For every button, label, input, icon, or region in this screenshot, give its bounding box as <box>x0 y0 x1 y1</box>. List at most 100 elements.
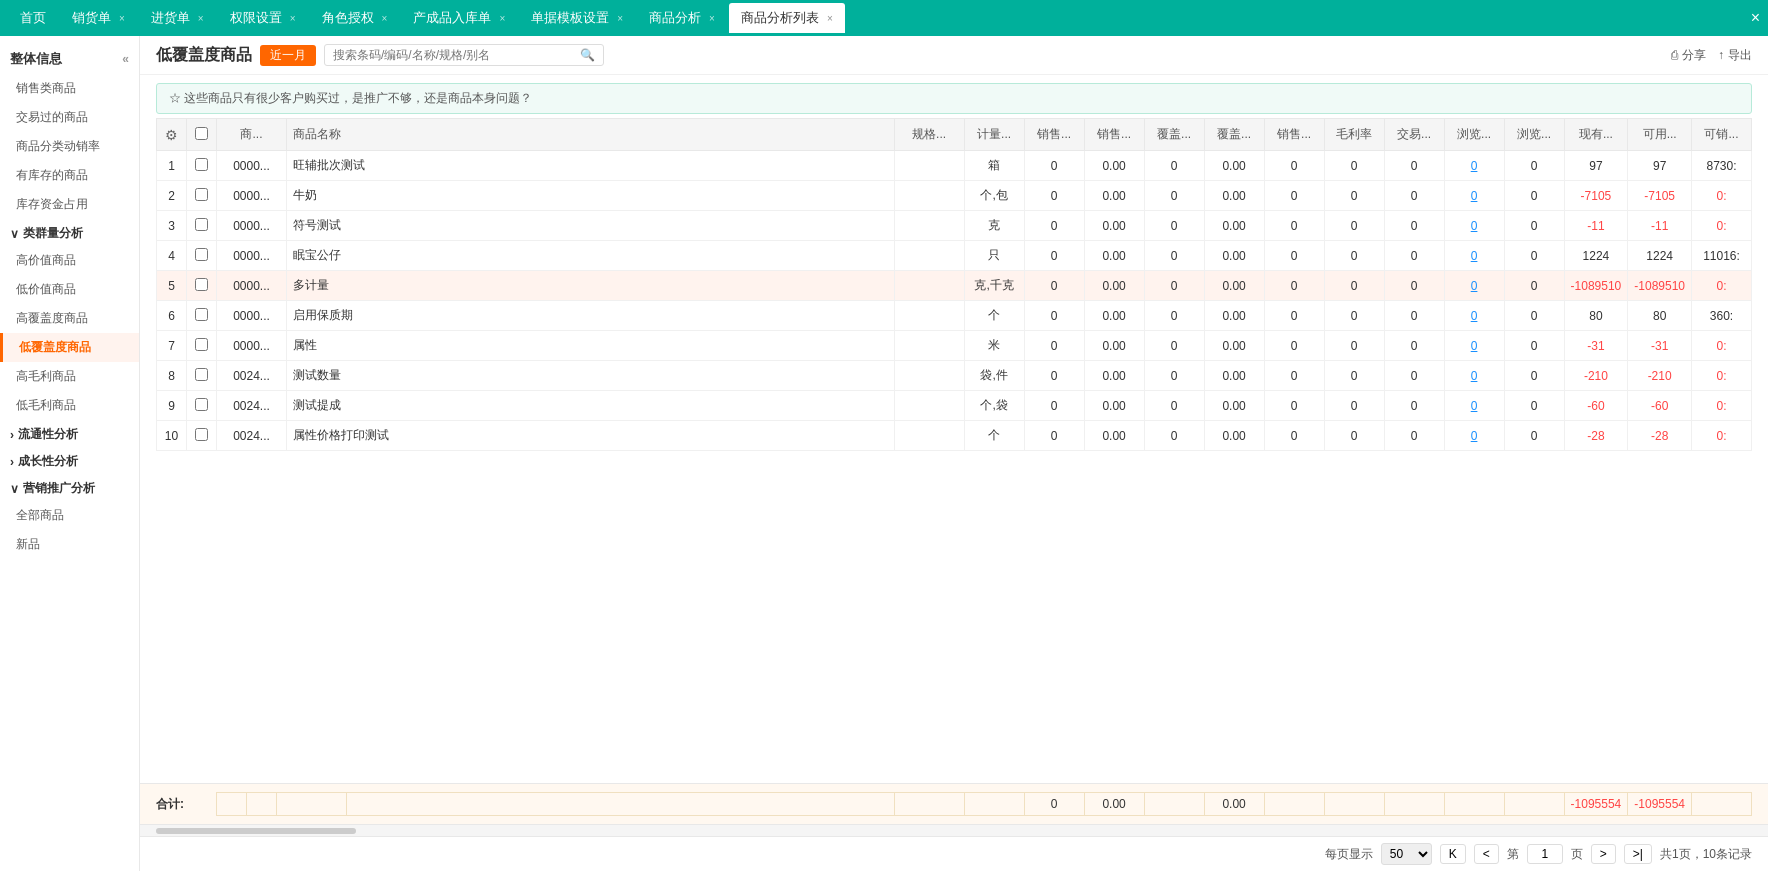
sidebar-item-low-value[interactable]: 低价值商品 <box>0 275 139 304</box>
sidebar-group2-label[interactable]: ∨ 类群量分析 <box>0 219 139 246</box>
sidebar-item-stocked-goods[interactable]: 有库存的商品 <box>0 161 139 190</box>
th-trade[interactable]: 交易... <box>1384 119 1444 151</box>
th-current[interactable]: 现有... <box>1564 119 1628 151</box>
window-close-icon[interactable]: × <box>1751 9 1760 27</box>
browse1-link[interactable]: 0 <box>1471 279 1478 293</box>
row-browse1[interactable]: 0 <box>1444 211 1504 241</box>
row-browse1[interactable]: 0 <box>1444 241 1504 271</box>
next-page-btn[interactable]: > <box>1591 844 1616 864</box>
row-checkbox[interactable] <box>187 421 217 451</box>
sidebar-item-all-goods[interactable]: 全部商品 <box>0 501 139 530</box>
row-checkbox[interactable] <box>187 331 217 361</box>
period-button[interactable]: 近一月 <box>260 45 316 66</box>
nav-tab-analysis[interactable]: 商品分析 × <box>637 3 727 33</box>
sidebar-collapse-btn[interactable]: « <box>122 52 129 66</box>
sidebar-item-low-coverage[interactable]: 低覆盖度商品 <box>0 333 139 362</box>
row-browse1[interactable]: 0 <box>1444 361 1504 391</box>
th-sales1[interactable]: 销售... <box>1024 119 1084 151</box>
nav-tab-purchase-close[interactable]: × <box>198 13 204 24</box>
row-checkbox[interactable] <box>187 211 217 241</box>
browse1-link[interactable]: 0 <box>1471 429 1478 443</box>
row-checkbox[interactable] <box>187 301 217 331</box>
sidebar-item-new-goods[interactable]: 新品 <box>0 530 139 559</box>
nav-tab-analysis-close[interactable]: × <box>709 13 715 24</box>
sidebar-item-high-value[interactable]: 高价值商品 <box>0 246 139 275</box>
nav-tab-template[interactable]: 单据模板设置 × <box>519 3 635 33</box>
row-browse1[interactable]: 0 <box>1444 271 1504 301</box>
page-input[interactable] <box>1527 844 1563 864</box>
nav-tab-sales-close[interactable]: × <box>119 13 125 24</box>
th-spec[interactable]: 规格... <box>894 119 964 151</box>
scrollbar-thumb[interactable] <box>156 828 356 834</box>
sidebar-item-low-margin[interactable]: 低毛利商品 <box>0 391 139 420</box>
settings-icon[interactable]: ⚙ <box>165 127 178 143</box>
sidebar-item-traded-goods[interactable]: 交易过的商品 <box>0 103 139 132</box>
th-browse1[interactable]: 浏览... <box>1444 119 1504 151</box>
nav-tab-role-close[interactable]: × <box>382 13 388 24</box>
th-available[interactable]: 可用... <box>1628 119 1692 151</box>
nav-tab-finished-close[interactable]: × <box>499 13 505 24</box>
row-checkbox[interactable] <box>187 181 217 211</box>
nav-tab-perm-close[interactable]: × <box>290 13 296 24</box>
row-browse1[interactable]: 0 <box>1444 151 1504 181</box>
prev-page-btn[interactable]: < <box>1474 844 1499 864</box>
first-page-btn[interactable]: K <box>1440 844 1466 864</box>
sidebar-item-high-margin[interactable]: 高毛利商品 <box>0 362 139 391</box>
th-checkbox[interactable] <box>187 119 217 151</box>
row-checkbox[interactable] <box>187 241 217 271</box>
sidebar-group3-label[interactable]: › 流通性分析 <box>0 420 139 447</box>
sidebar-item-sales-goods[interactable]: 销售类商品 <box>0 74 139 103</box>
th-name[interactable]: 商品名称 <box>287 119 895 151</box>
sidebar-item-category-rate[interactable]: 商品分类动销率 <box>0 132 139 161</box>
horizontal-scrollbar[interactable] <box>140 824 1768 836</box>
browse1-link[interactable]: 0 <box>1471 309 1478 323</box>
th-cover1[interactable]: 覆盖... <box>1144 119 1204 151</box>
th-unit[interactable]: 计量... <box>964 119 1024 151</box>
nav-tab-perm[interactable]: 权限设置 × <box>218 3 308 33</box>
th-gross[interactable]: 毛利率 <box>1324 119 1384 151</box>
nav-tab-home[interactable]: 首页 <box>8 3 58 33</box>
row-checkbox[interactable] <box>187 391 217 421</box>
nav-tab-analysis-list-close[interactable]: × <box>827 13 833 24</box>
th-browse2[interactable]: 浏览... <box>1504 119 1564 151</box>
select-all-checkbox[interactable] <box>195 127 208 140</box>
th-sales3[interactable]: 销售... <box>1264 119 1324 151</box>
search-input[interactable] <box>333 48 576 62</box>
sidebar-item-high-coverage[interactable]: 高覆盖度商品 <box>0 304 139 333</box>
sidebar-group5-label[interactable]: ∨ 营销推广分析 <box>0 474 139 501</box>
th-sales2[interactable]: 销售... <box>1084 119 1144 151</box>
nav-tab-template-close[interactable]: × <box>617 13 623 24</box>
share-button[interactable]: ⎙ 分享 <box>1671 47 1706 64</box>
browse1-link[interactable]: 0 <box>1471 399 1478 413</box>
last-page-btn[interactable]: >| <box>1624 844 1652 864</box>
page-size-select[interactable]: 50 10 20 100 <box>1381 843 1432 865</box>
th-settings[interactable]: ⚙ <box>157 119 187 151</box>
row-browse1[interactable]: 0 <box>1444 391 1504 421</box>
browse1-link[interactable]: 0 <box>1471 339 1478 353</box>
export-button[interactable]: ↑ 导出 <box>1718 47 1752 64</box>
row-browse1[interactable]: 0 <box>1444 181 1504 211</box>
row-current: -60 <box>1564 391 1628 421</box>
browse1-link[interactable]: 0 <box>1471 189 1478 203</box>
sidebar-group4-label[interactable]: › 成长性分析 <box>0 447 139 474</box>
nav-tab-purchase[interactable]: 进货单 × <box>139 3 216 33</box>
browse1-link[interactable]: 0 <box>1471 159 1478 173</box>
row-browse1[interactable]: 0 <box>1444 421 1504 451</box>
th-sellable[interactable]: 可销... <box>1692 119 1752 151</box>
row-checkbox[interactable] <box>187 151 217 181</box>
th-code[interactable]: 商... <box>217 119 287 151</box>
nav-tab-finished[interactable]: 产成品入库单 × <box>401 3 517 33</box>
sidebar-header[interactable]: 整体信息 « <box>0 44 139 74</box>
th-cover2[interactable]: 覆盖... <box>1204 119 1264 151</box>
row-browse1[interactable]: 0 <box>1444 301 1504 331</box>
browse1-link[interactable]: 0 <box>1471 369 1478 383</box>
nav-tab-role[interactable]: 角色授权 × <box>310 3 400 33</box>
row-checkbox[interactable] <box>187 361 217 391</box>
browse1-link[interactable]: 0 <box>1471 249 1478 263</box>
row-checkbox[interactable] <box>187 271 217 301</box>
row-browse1[interactable]: 0 <box>1444 331 1504 361</box>
sidebar-item-inventory-capital[interactable]: 库存资金占用 <box>0 190 139 219</box>
nav-tab-sales[interactable]: 销货单 × <box>60 3 137 33</box>
nav-tab-analysis-list[interactable]: 商品分析列表 × <box>729 3 845 33</box>
browse1-link[interactable]: 0 <box>1471 219 1478 233</box>
